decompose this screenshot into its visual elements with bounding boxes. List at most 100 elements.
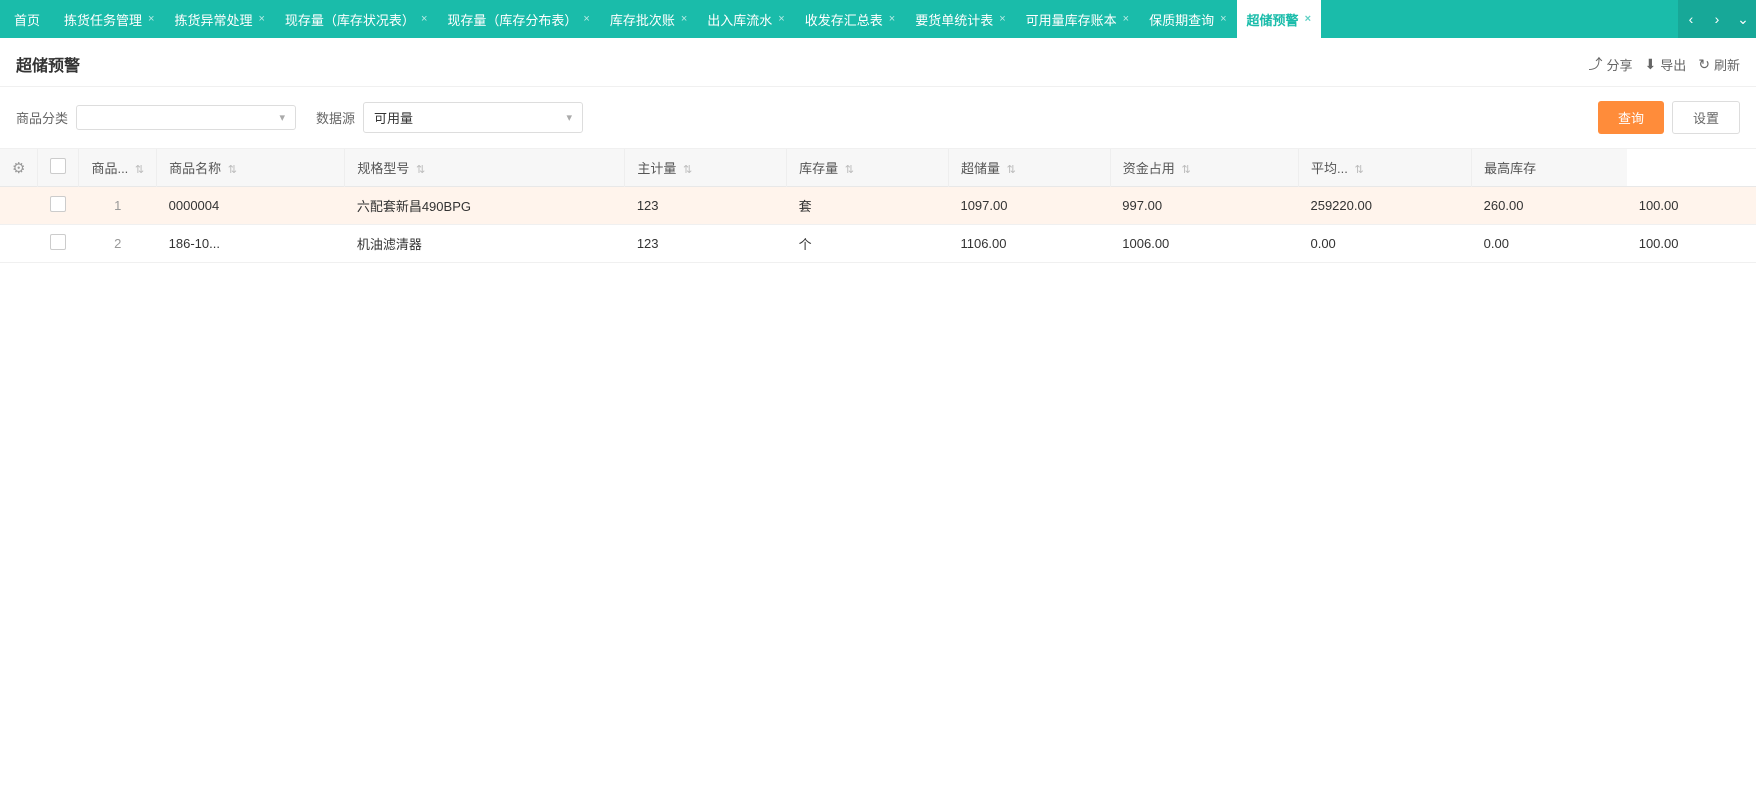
row-index: 2: [79, 225, 157, 263]
col-label-max-stock: 最高库存: [1484, 161, 1536, 176]
share-button[interactable]: ⤴ 分享: [1588, 54, 1632, 74]
col-label-stock: 库存量: [799, 161, 838, 176]
col-header-capital[interactable]: 资金占用 ⇅: [1110, 149, 1298, 187]
nav-tab-10[interactable]: 超储预警 ×: [1237, 0, 1321, 38]
nav-next-arrow[interactable]: ›: [1704, 0, 1730, 38]
nav-tab-4[interactable]: 库存批次账 ×: [600, 0, 697, 38]
nav-tab-close-10[interactable]: ×: [1305, 13, 1311, 25]
nav-tab-0[interactable]: 拣货任务管理 ×: [54, 0, 164, 38]
refresh-button[interactable]: ↻ 刷新: [1698, 55, 1740, 74]
share-label: 分享: [1606, 55, 1632, 74]
col-label-spec: 规格型号: [357, 161, 409, 176]
nav-tab-close-8[interactable]: ×: [1123, 13, 1129, 25]
nav-tab-label-3: 现存量（库存分布表）: [447, 10, 577, 29]
nav-tab-7[interactable]: 要货单统计表 ×: [905, 0, 1015, 38]
nav-tab-label-5: 出入库流水: [707, 10, 772, 29]
export-button[interactable]: ⬇ 导出: [1645, 55, 1687, 74]
row-checkbox-cell: [38, 187, 79, 225]
row-stock: 1106.00: [948, 225, 1110, 263]
sort-icon-product-code[interactable]: ⇅: [135, 164, 144, 176]
filter-area: 商品分类 ▾ 数据源 可用量 ▾ 查询 设置: [0, 87, 1756, 149]
row-index: 1: [79, 187, 157, 225]
nav-tab-close-6[interactable]: ×: [889, 13, 895, 25]
col-label-unit: 主计量: [637, 161, 676, 176]
refresh-label: 刷新: [1714, 55, 1740, 74]
nav-tab-label-1: 拣货异常处理: [174, 10, 252, 29]
nav-tab-label-4: 库存批次账: [610, 10, 675, 29]
col-header-unit[interactable]: 主计量 ⇅: [625, 149, 787, 187]
row-checkbox-1[interactable]: [50, 234, 66, 250]
nav-tab-3[interactable]: 现存量（库存分布表） ×: [437, 0, 599, 38]
page-title: 超储预警: [16, 52, 80, 76]
export-label: 导出: [1660, 55, 1686, 74]
data-source-value: 可用量: [374, 108, 413, 127]
col-header-avg[interactable]: 平均... ⇅: [1298, 149, 1471, 187]
sort-icon-overstock[interactable]: ⇅: [1007, 164, 1016, 176]
table-row: 2 186-10... 机油滤清器 123 个 1106.00 1006.00 …: [0, 225, 1756, 263]
sort-icon-stock[interactable]: ⇅: [845, 164, 854, 176]
col-header-spec[interactable]: 规格型号 ⇅: [345, 149, 625, 187]
select-all-checkbox[interactable]: [50, 158, 66, 174]
col-header-overstock[interactable]: 超储量 ⇅: [948, 149, 1110, 187]
header-actions: ⤴ 分享 ⬇ 导出 ↻ 刷新: [1588, 54, 1740, 74]
top-navigation: 首页 拣货任务管理 × 拣货异常处理 × 现存量（库存状况表） × 现存量（库存…: [0, 0, 1756, 38]
row-unit: 套: [787, 187, 949, 225]
query-button[interactable]: 查询: [1598, 101, 1664, 134]
nav-tab-label-10: 超储预警: [1247, 10, 1299, 29]
nav-arrows: ‹ › ⌄: [1678, 0, 1756, 38]
col-header-gear: ⚙: [0, 149, 38, 187]
nav-tab-label-9: 保质期查询: [1149, 10, 1214, 29]
nav-tab-6[interactable]: 收发存汇总表 ×: [795, 0, 905, 38]
row-checkbox-0[interactable]: [50, 196, 66, 212]
export-icon: ⬇: [1645, 56, 1657, 73]
nav-tab-8[interactable]: 可用量库存账本 ×: [1016, 0, 1139, 38]
row-overstock: 997.00: [1110, 187, 1298, 225]
sort-icon-product-name[interactable]: ⇅: [228, 164, 237, 176]
table-row: 1 0000004 六配套新昌490BPG 123 套 1097.00 997.…: [0, 187, 1756, 225]
nav-tab-close-3[interactable]: ×: [583, 13, 589, 25]
nav-tab-close-5[interactable]: ×: [778, 13, 784, 25]
nav-menu-arrow[interactable]: ⌄: [1730, 0, 1756, 38]
row-gear-cell: [0, 225, 38, 263]
nav-tab-5[interactable]: 出入库流水 ×: [697, 0, 794, 38]
nav-tab-1[interactable]: 拣货异常处理 ×: [164, 0, 274, 38]
data-source-select[interactable]: 可用量 ▾: [363, 102, 583, 133]
settings-button[interactable]: 设置: [1672, 101, 1740, 134]
nav-tab-close-9[interactable]: ×: [1220, 13, 1226, 25]
col-header-stock[interactable]: 库存量 ⇅: [787, 149, 949, 187]
col-header-product-name[interactable]: 商品名称 ⇅: [157, 149, 345, 187]
col-label-avg: 平均...: [1311, 161, 1348, 176]
nav-tab-label-8: 可用量库存账本: [1026, 10, 1117, 29]
sort-icon-capital[interactable]: ⇅: [1181, 164, 1190, 176]
nav-tab-close-2[interactable]: ×: [421, 13, 427, 25]
col-header-max-stock[interactable]: 最高库存: [1472, 149, 1627, 187]
nav-tab-2[interactable]: 现存量（库存状况表） ×: [275, 0, 437, 38]
nav-tab-label-2: 现存量（库存状况表）: [285, 10, 415, 29]
sort-icon-avg[interactable]: ⇅: [1354, 164, 1363, 176]
col-label-overstock: 超储量: [961, 161, 1000, 176]
sort-icon-spec[interactable]: ⇅: [416, 164, 425, 176]
row-spec: 123: [625, 187, 787, 225]
nav-prev-arrow[interactable]: ‹: [1678, 0, 1704, 38]
row-checkbox-cell: [38, 225, 79, 263]
row-avg: 260.00: [1472, 187, 1627, 225]
sort-icon-unit[interactable]: ⇅: [683, 164, 692, 176]
nav-tab-9[interactable]: 保质期查询 ×: [1139, 0, 1236, 38]
row-capital: 259220.00: [1298, 187, 1471, 225]
product-category-select[interactable]: ▾: [76, 105, 296, 130]
nav-tab-close-1[interactable]: ×: [258, 13, 264, 25]
row-spec: 123: [625, 225, 787, 263]
nav-tab-close-7[interactable]: ×: [999, 13, 1005, 25]
row-unit: 个: [787, 225, 949, 263]
row-stock: 1097.00: [948, 187, 1110, 225]
nav-home[interactable]: 首页: [0, 10, 54, 29]
data-table: ⚙ 商品... ⇅ 商品名称 ⇅ 规格型号 ⇅: [0, 149, 1756, 263]
table-container: ⚙ 商品... ⇅ 商品名称 ⇅ 规格型号 ⇅: [0, 149, 1756, 263]
gear-icon[interactable]: ⚙: [12, 160, 25, 177]
col-header-product-code[interactable]: 商品... ⇅: [79, 149, 157, 187]
table-header-row: ⚙ 商品... ⇅ 商品名称 ⇅ 规格型号 ⇅: [0, 149, 1756, 187]
col-label-product-code: 商品...: [91, 161, 128, 176]
nav-tab-close-4[interactable]: ×: [681, 13, 687, 25]
nav-tab-close-0[interactable]: ×: [148, 13, 154, 25]
row-max-stock: 100.00: [1627, 187, 1756, 225]
